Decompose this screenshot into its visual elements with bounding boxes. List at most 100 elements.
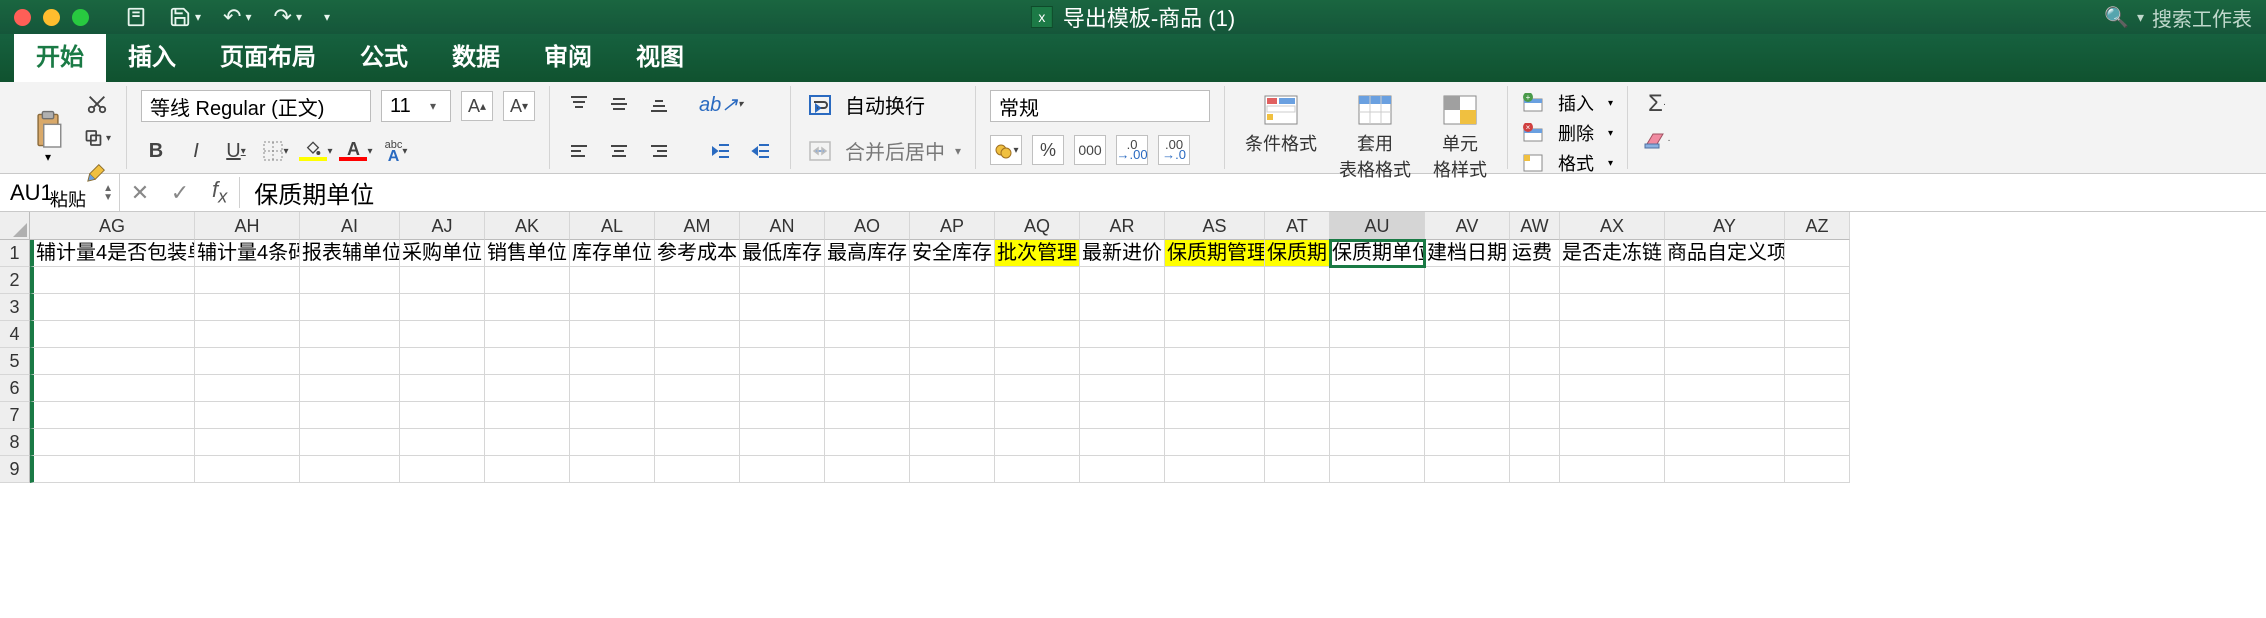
cell-AT7[interactable] (1265, 402, 1330, 429)
cell-AU3[interactable] (1330, 294, 1425, 321)
cell-AT3[interactable] (1265, 294, 1330, 321)
cell-AM9[interactable] (655, 456, 740, 483)
cell-AI3[interactable] (300, 294, 400, 321)
cell-AM1[interactable]: 参考成本 (655, 240, 740, 267)
cell-AJ9[interactable] (400, 456, 485, 483)
cell-AH2[interactable] (195, 267, 300, 294)
tab-data[interactable]: 数据 (430, 27, 522, 82)
cell-style-button[interactable]: 单元 格样式 (1427, 90, 1493, 184)
cell-AR6[interactable] (1080, 375, 1165, 402)
cell-AM3[interactable] (655, 294, 740, 321)
cell-AK3[interactable] (485, 294, 570, 321)
cell-AQ8[interactable] (995, 429, 1080, 456)
cell-AY2[interactable] (1665, 267, 1785, 294)
column-header-AV[interactable]: AV (1425, 212, 1510, 240)
cell-AI4[interactable] (300, 321, 400, 348)
cell-AL8[interactable] (570, 429, 655, 456)
cell-AH9[interactable] (195, 456, 300, 483)
cell-AN3[interactable] (740, 294, 825, 321)
underline-button[interactable]: U ▾ (221, 137, 251, 165)
column-header-AM[interactable]: AM (655, 212, 740, 240)
column-header-AR[interactable]: AR (1080, 212, 1165, 240)
cell-AY8[interactable] (1665, 429, 1785, 456)
enter-formula-button[interactable]: ✓ (160, 180, 200, 206)
cell-AT8[interactable] (1265, 429, 1330, 456)
tab-view[interactable]: 视图 (614, 27, 706, 82)
spreadsheet-grid[interactable]: 123456789 AGAHAIAJAKALAMANAOAPAQARASATAU… (0, 212, 2266, 483)
cell-AS5[interactable] (1165, 348, 1265, 375)
cell-AV4[interactable] (1425, 321, 1510, 348)
cell-AH1[interactable]: 辅计量4条码 (195, 240, 300, 267)
cell-AX4[interactable] (1560, 321, 1665, 348)
zoom-window-button[interactable] (72, 9, 89, 26)
cell-AP4[interactable] (910, 321, 995, 348)
search-box[interactable]: 🔍 ▾ 搜索工作表 (2104, 3, 2252, 32)
align-bottom-button[interactable] (644, 90, 674, 118)
cell-AH4[interactable] (195, 321, 300, 348)
cell-AS8[interactable] (1165, 429, 1265, 456)
cell-AW9[interactable] (1510, 456, 1560, 483)
cell-AK5[interactable] (485, 348, 570, 375)
cell-AL6[interactable] (570, 375, 655, 402)
cell-AH3[interactable] (195, 294, 300, 321)
cell-AH5[interactable] (195, 348, 300, 375)
cell-AM4[interactable] (655, 321, 740, 348)
column-header-AY[interactable]: AY (1665, 212, 1785, 240)
cell-AV8[interactable] (1425, 429, 1510, 456)
cell-AP5[interactable] (910, 348, 995, 375)
percent-button[interactable]: % (1032, 135, 1064, 165)
cell-AY6[interactable] (1665, 375, 1785, 402)
cell-AG3[interactable] (30, 294, 195, 321)
cell-AG7[interactable] (30, 402, 195, 429)
align-right-button[interactable] (644, 137, 674, 165)
decrease-font-button[interactable]: A▾ (503, 91, 535, 121)
cell-AO7[interactable] (825, 402, 910, 429)
cell-AI1[interactable]: 报表辅单位 (300, 240, 400, 267)
cell-AP7[interactable] (910, 402, 995, 429)
cell-AZ9[interactable] (1785, 456, 1850, 483)
cell-AJ1[interactable]: 采购单位 (400, 240, 485, 267)
cell-AW8[interactable] (1510, 429, 1560, 456)
select-all-corner[interactable] (0, 212, 30, 240)
row-header-3[interactable]: 3 (0, 294, 30, 321)
column-header-AK[interactable]: AK (485, 212, 570, 240)
cell-AU1[interactable]: 保质期单位 (1330, 240, 1425, 267)
fill-color-button[interactable]: ▾ (301, 137, 331, 165)
row-header-8[interactable]: 8 (0, 429, 30, 456)
cell-AI7[interactable] (300, 402, 400, 429)
align-left-button[interactable] (564, 137, 594, 165)
cell-AJ8[interactable] (400, 429, 485, 456)
cell-AN4[interactable] (740, 321, 825, 348)
close-window-button[interactable] (14, 9, 31, 26)
cell-AI8[interactable] (300, 429, 400, 456)
cell-AT1[interactable]: 保质期 (1265, 240, 1330, 267)
column-header-AI[interactable]: AI (300, 212, 400, 240)
cell-AG6[interactable] (30, 375, 195, 402)
cell-AK7[interactable] (485, 402, 570, 429)
table-format-button[interactable]: 套用 表格格式 (1333, 90, 1417, 184)
cell-AW5[interactable] (1510, 348, 1560, 375)
cell-AK1[interactable]: 销售单位 (485, 240, 570, 267)
bold-button[interactable]: B (141, 137, 171, 165)
cell-AG5[interactable] (30, 348, 195, 375)
cell-AY4[interactable] (1665, 321, 1785, 348)
redo-button[interactable]: ↷ ▾ (274, 4, 302, 30)
cell-AU8[interactable] (1330, 429, 1425, 456)
cell-AX5[interactable] (1560, 348, 1665, 375)
cell-AQ9[interactable] (995, 456, 1080, 483)
cell-AO4[interactable] (825, 321, 910, 348)
cell-AX1[interactable]: 是否走冻链 (1560, 240, 1665, 267)
cell-AZ6[interactable] (1785, 375, 1850, 402)
column-header-AT[interactable]: AT (1265, 212, 1330, 240)
cell-AO8[interactable] (825, 429, 910, 456)
cell-AV2[interactable] (1425, 267, 1510, 294)
column-header-AW[interactable]: AW (1510, 212, 1560, 240)
cell-AK4[interactable] (485, 321, 570, 348)
cell-AR8[interactable] (1080, 429, 1165, 456)
formula-input[interactable]: 保质期单位 (240, 175, 2266, 210)
tab-insert[interactable]: 插入 (106, 27, 198, 82)
cell-AU4[interactable] (1330, 321, 1425, 348)
cell-AL9[interactable] (570, 456, 655, 483)
cell-AM8[interactable] (655, 429, 740, 456)
cell-AS4[interactable] (1165, 321, 1265, 348)
